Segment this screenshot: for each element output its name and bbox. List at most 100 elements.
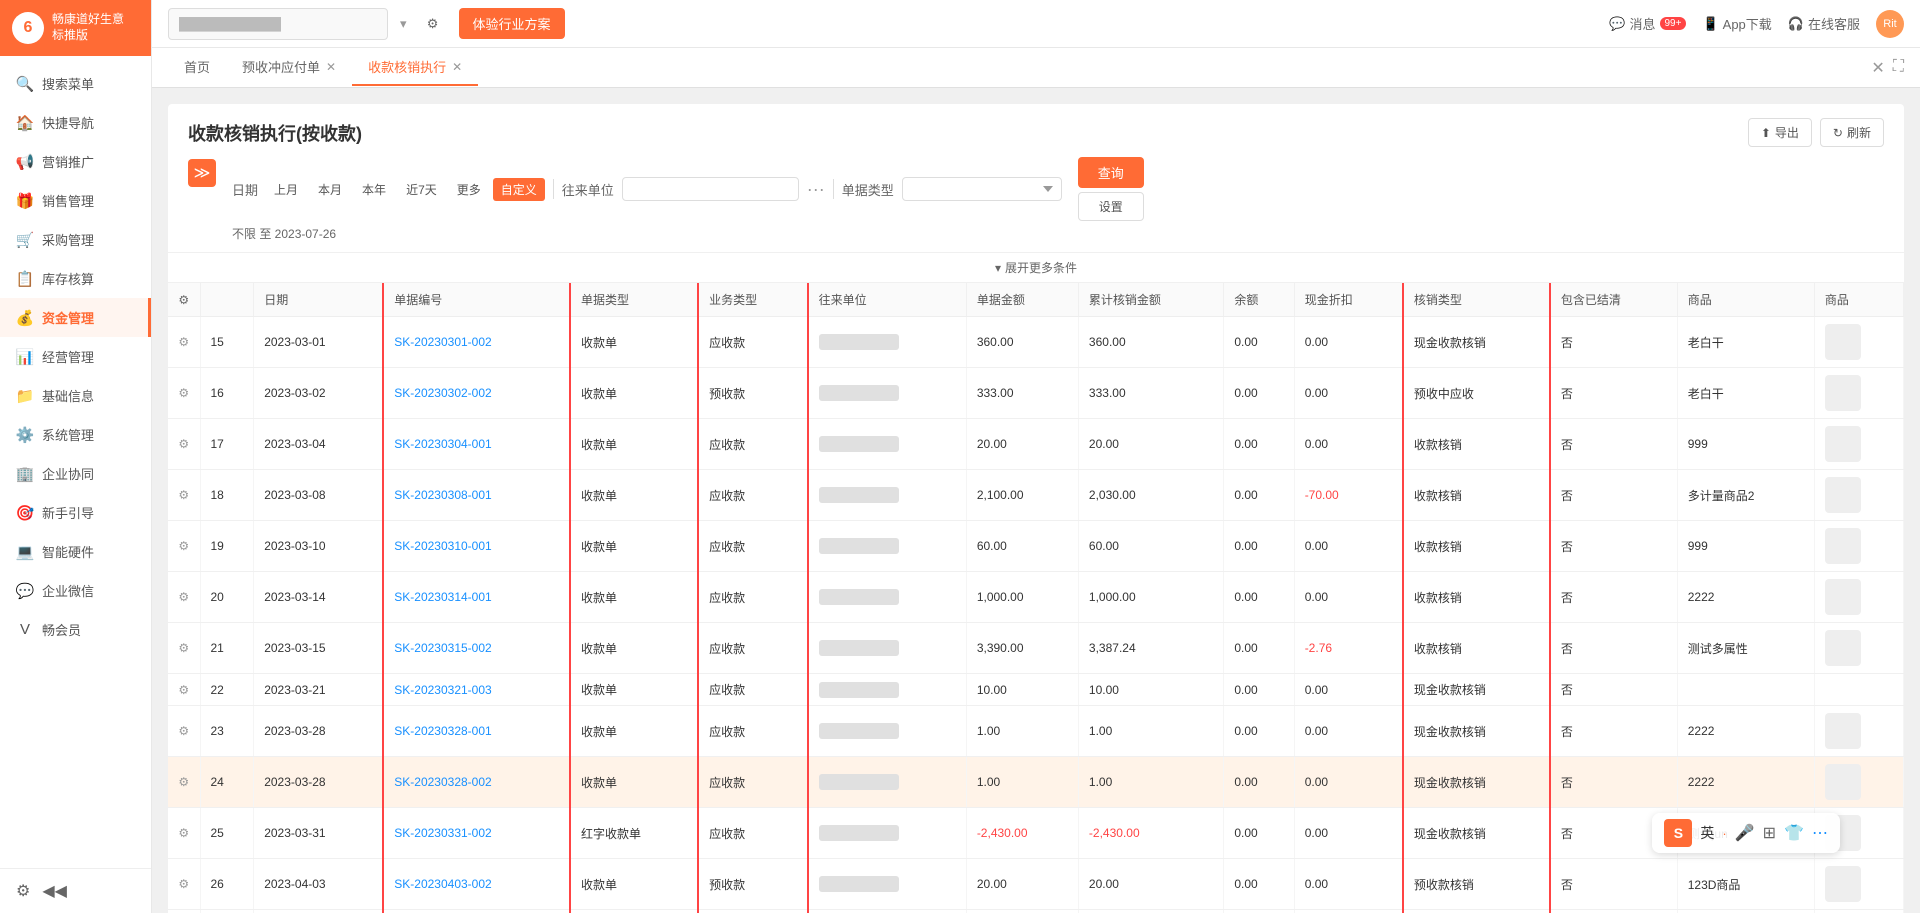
cell-settings[interactable]: ⚙ bbox=[168, 368, 200, 419]
expand-conditions-btn[interactable]: ▾ 展开更多条件 bbox=[995, 259, 1077, 276]
table-row[interactable]: ⚙ 17 2023-03-04 SK-20230304-001 收款单 应收款 … bbox=[168, 419, 1904, 470]
bill-no-link[interactable]: SK-20230310-001 bbox=[394, 539, 491, 553]
sidebar-item-member[interactable]: V 畅会员 bbox=[0, 610, 151, 649]
bill-no-link[interactable]: SK-20230314-001 bbox=[394, 590, 491, 604]
bill-no-link[interactable]: SK-20230315-002 bbox=[394, 641, 491, 655]
cell-include-settled: 否 bbox=[1550, 706, 1677, 757]
counterpart-more-btn[interactable]: ··· bbox=[807, 179, 825, 200]
tab-writeoff[interactable]: 收款核销执行 ✕ bbox=[352, 49, 478, 86]
settings-btn[interactable]: 设置 bbox=[1078, 192, 1144, 221]
cell-settings[interactable]: ⚙ bbox=[168, 674, 200, 706]
bill-no-link[interactable]: SK-20230403-002 bbox=[394, 877, 491, 891]
cell-cash-discount: 0.00 bbox=[1294, 419, 1403, 470]
cell-settings[interactable]: ⚙ bbox=[168, 521, 200, 572]
tab-prepayment[interactable]: 预收冲应付单 ✕ bbox=[226, 49, 352, 86]
tab-close-writeoff[interactable]: ✕ bbox=[452, 60, 462, 74]
table-row[interactable]: ⚙ 27 2023-04-08 SK-20230408-001 收款单 应收款 … bbox=[168, 910, 1904, 913]
user-avatar-btn[interactable]: Rit bbox=[1876, 10, 1904, 38]
cell-settings[interactable]: ⚙ bbox=[168, 757, 200, 808]
sidebar-item-quick-nav[interactable]: 🏠 快捷导航 bbox=[0, 103, 151, 142]
cell-settings[interactable]: ⚙ bbox=[168, 572, 200, 623]
sidebar-item-purchase[interactable]: 🛒 采购管理 bbox=[0, 220, 151, 259]
table-row[interactable]: ⚙ 21 2023-03-15 SK-20230315-002 收款单 应收款 … bbox=[168, 623, 1904, 674]
table-row[interactable]: ⚙ 16 2023-03-02 SK-20230302-002 收款单 预收款 … bbox=[168, 368, 1904, 419]
cell-settings[interactable]: ⚙ bbox=[168, 623, 200, 674]
cell-bill-no: SK-20230331-002 bbox=[383, 808, 570, 859]
wm-shirt-icon[interactable]: 👕 bbox=[1784, 823, 1804, 843]
sidebar-item-wechat[interactable]: 💬 企业微信 bbox=[0, 571, 151, 610]
bill-no-link[interactable]: SK-20230308-001 bbox=[394, 488, 491, 502]
wm-grid-icon[interactable]: ⊞ bbox=[1763, 823, 1776, 843]
sidebar-item-sales[interactable]: 🎁 销售管理 bbox=[0, 181, 151, 220]
sidebar-item-basics[interactable]: 📁 基础信息 bbox=[0, 376, 151, 415]
filter-toggle-btn[interactable]: ≫ bbox=[188, 159, 216, 187]
bill-no-link[interactable]: SK-20230304-001 bbox=[394, 437, 491, 451]
date-btn-this-year[interactable]: 本年 bbox=[354, 178, 394, 201]
cell-settings[interactable]: ⚙ bbox=[168, 910, 200, 913]
cell-balance: 0.00 bbox=[1224, 368, 1294, 419]
cell-settings[interactable]: ⚙ bbox=[168, 419, 200, 470]
table-row[interactable]: ⚙ 15 2023-03-01 SK-20230301-002 收款单 应收款 … bbox=[168, 317, 1904, 368]
bill-no-link[interactable]: SK-20230331-002 bbox=[394, 826, 491, 840]
table-row[interactable]: ⚙ 22 2023-03-21 SK-20230321-003 收款单 应收款 … bbox=[168, 674, 1904, 706]
cell-bill-no: SK-20230304-001 bbox=[383, 419, 570, 470]
sidebar-item-enterprise[interactable]: 🏢 企业协同 bbox=[0, 454, 151, 493]
sidebar-item-hardware[interactable]: 💻 智能硬件 bbox=[0, 532, 151, 571]
table-row[interactable]: ⚙ 19 2023-03-10 SK-20230310-001 收款单 应收款 … bbox=[168, 521, 1904, 572]
table-row[interactable]: ⚙ 20 2023-03-14 SK-20230314-001 收款单 应收款 … bbox=[168, 572, 1904, 623]
cell-settings[interactable]: ⚙ bbox=[168, 706, 200, 757]
sidebar-item-guide[interactable]: 🎯 新手引导 bbox=[0, 493, 151, 532]
online-service-btn[interactable]: 🎧 在线客服 bbox=[1788, 14, 1860, 33]
tab-close-prepayment[interactable]: ✕ bbox=[326, 60, 336, 74]
cell-settings[interactable]: ⚙ bbox=[168, 808, 200, 859]
date-btn-last-month[interactable]: 上月 bbox=[266, 178, 306, 201]
tab-close-all-btn[interactable]: ✕ bbox=[1871, 58, 1884, 78]
query-btn[interactable]: 查询 bbox=[1078, 157, 1144, 188]
bill-no-link[interactable]: SK-20230302-002 bbox=[394, 386, 491, 400]
date-btn-more[interactable]: 更多 bbox=[449, 178, 489, 201]
bill-no-link[interactable]: SK-20230301-002 bbox=[394, 335, 491, 349]
table-row[interactable]: ⚙ 24 2023-03-28 SK-20230328-002 收款单 应收款 … bbox=[168, 757, 1904, 808]
topbar-gear-btn[interactable]: ⚙ bbox=[419, 10, 447, 38]
refresh-btn[interactable]: ↻ 刷新 bbox=[1820, 118, 1884, 147]
cell-bill-no: SK-20230308-001 bbox=[383, 470, 570, 521]
topbar-dropdown-arrow[interactable]: ▾ bbox=[400, 16, 407, 32]
sidebar-item-finance[interactable]: 💰 资金管理 bbox=[0, 298, 151, 337]
bill-no-link[interactable]: SK-20230328-001 bbox=[394, 724, 491, 738]
cell-biz-type: 应收款 bbox=[698, 674, 807, 706]
date-btn-7days[interactable]: 近7天 bbox=[398, 178, 445, 201]
cell-index: 18 bbox=[200, 470, 254, 521]
app-download-btn[interactable]: 📱 App下载 bbox=[1702, 14, 1771, 33]
col-settings[interactable]: ⚙ bbox=[168, 283, 200, 317]
cell-settings[interactable]: ⚙ bbox=[168, 470, 200, 521]
industry-solution-btn[interactable]: 体验行业方案 bbox=[459, 8, 565, 39]
bill-no-link[interactable]: SK-20230321-003 bbox=[394, 683, 491, 697]
wm-mic-icon[interactable]: 🎤 bbox=[1735, 823, 1755, 843]
counterpart-input[interactable] bbox=[622, 177, 799, 201]
cell-write-off-type: 预收款核销 bbox=[1403, 859, 1550, 910]
sidebar-item-system[interactable]: ⚙️ 系统管理 bbox=[0, 415, 151, 454]
receipt-type-select[interactable] bbox=[902, 177, 1062, 201]
sidebar-item-inventory[interactable]: 📋 库存核算 bbox=[0, 259, 151, 298]
sidebar-item-search[interactable]: 🔍 搜索菜单 bbox=[0, 64, 151, 103]
wm-apps-icon[interactable]: ⋯ bbox=[1812, 823, 1828, 843]
cell-bill-type: 收款单 bbox=[570, 470, 698, 521]
bill-no-link[interactable]: SK-20230328-002 bbox=[394, 775, 491, 789]
export-btn[interactable]: ⬆ 导出 bbox=[1748, 118, 1812, 147]
tab-expand-btn[interactable]: ⛶ bbox=[1893, 58, 1904, 78]
sidebar-item-marketing[interactable]: 📢 营销推广 bbox=[0, 142, 151, 181]
table-row[interactable]: ⚙ 18 2023-03-08 SK-20230308-001 收款单 应收款 … bbox=[168, 470, 1904, 521]
app-brand-text: 畅康道好生意 标推版 bbox=[52, 12, 124, 43]
table-row[interactable]: ⚙ 26 2023-04-03 SK-20230403-002 收款单 预收款 … bbox=[168, 859, 1904, 910]
table-row[interactable]: ⚙ 23 2023-03-28 SK-20230328-001 收款单 应收款 … bbox=[168, 706, 1904, 757]
tab-home[interactable]: 首页 bbox=[168, 49, 226, 86]
cell-settings[interactable]: ⚙ bbox=[168, 317, 200, 368]
sidebar-item-operations[interactable]: 📊 经营管理 bbox=[0, 337, 151, 376]
date-btn-this-month[interactable]: 本月 bbox=[310, 178, 350, 201]
date-btn-custom[interactable]: 自定义 bbox=[493, 178, 545, 201]
cell-settings[interactable]: ⚙ bbox=[168, 859, 200, 910]
message-btn[interactable]: 💬 消息 99+ bbox=[1609, 14, 1686, 33]
settings-footer-icon[interactable]: ⚙ bbox=[16, 881, 30, 901]
table-row[interactable]: ⚙ 25 2023-03-31 SK-20230331-002 红字收款单 应收… bbox=[168, 808, 1904, 859]
collapse-icon[interactable]: ◀◀ bbox=[42, 881, 67, 901]
